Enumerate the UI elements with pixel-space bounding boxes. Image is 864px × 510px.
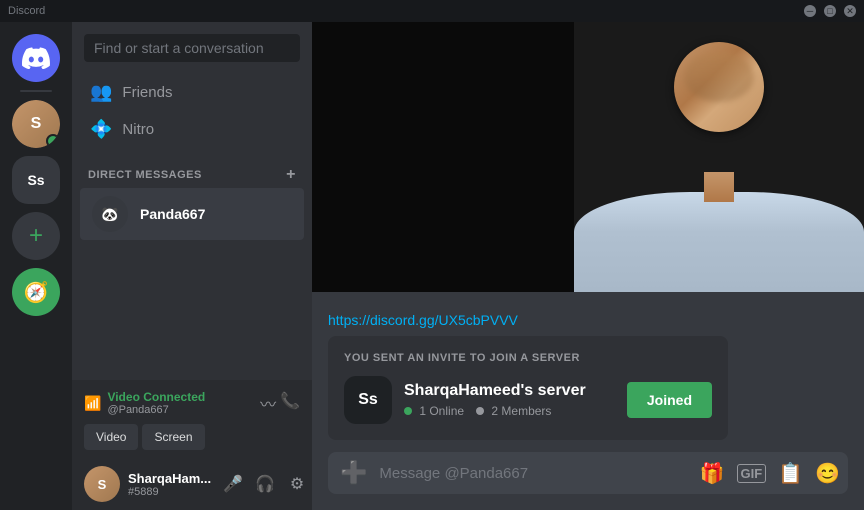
app-title: Discord: [8, 5, 45, 17]
nav-nitro[interactable]: 💠 Nitro: [80, 111, 304, 148]
online-indicator: [46, 134, 60, 148]
add-icon: +: [29, 222, 43, 250]
minimize-button[interactable]: ─: [804, 5, 816, 17]
explore-servers-button[interactable]: 🧭: [12, 268, 60, 316]
self-avatar: S: [84, 466, 120, 502]
server-initials: Ss: [27, 172, 44, 188]
online-dot: [404, 407, 412, 415]
friends-icon: 👥: [90, 82, 112, 103]
invite-stats: 1 Online 2 Members: [404, 404, 615, 418]
sticker-icon[interactable]: 📋: [778, 461, 803, 486]
user-avatar-guild[interactable]: S: [12, 100, 60, 148]
panda-emoji: 🐼: [101, 206, 118, 223]
dm-user-panda667[interactable]: 🐼 Panda667: [80, 188, 304, 240]
panda667-username: Panda667: [140, 206, 205, 222]
guild-separator: [20, 90, 52, 92]
user-controls: 🎤 🎧 ⚙: [219, 470, 311, 498]
main-content: https://discord.gg/UX5cbPVVV YOU SENT AN…: [312, 22, 864, 510]
voice-controls: Video Screen: [84, 424, 300, 450]
message-input-wrapper: ➕ 🎁 GIF 📋 😊: [328, 452, 848, 494]
voice-status: 📶 Video Connected @Panda667 〰 📞: [84, 390, 300, 416]
gif-button[interactable]: GIF: [737, 464, 767, 483]
message-actions: 🎁 GIF 📋 😊: [700, 461, 840, 486]
add-attachment-button[interactable]: ➕: [336, 452, 371, 494]
search-input[interactable]: [84, 34, 300, 62]
voice-username: @Panda667: [107, 404, 205, 416]
invite-card-label: YOU SENT AN INVITE TO JOIN A SERVER: [344, 352, 712, 364]
app-body: S Ss + 🧭 👥 Friends 💠 Nitro DI: [0, 22, 864, 510]
settings-button[interactable]: ⚙: [283, 470, 311, 498]
self-username: SharqaHam...: [128, 471, 211, 486]
direct-messages-header: DIRECT MESSAGES +: [72, 148, 312, 188]
nitro-icon: 💠: [90, 119, 112, 140]
video-feed: [574, 22, 864, 292]
user-info: SharqaHam... #5889: [128, 471, 211, 498]
signal-icon: 📶: [84, 395, 101, 412]
headset-button[interactable]: 🎧: [251, 470, 279, 498]
self-tag: #5889: [128, 486, 211, 498]
server-icon-ss[interactable]: Ss: [12, 156, 60, 204]
add-dm-button[interactable]: +: [286, 166, 296, 184]
member-stat: 2 Members: [476, 404, 551, 418]
message-input[interactable]: [379, 454, 691, 493]
invite-link[interactable]: https://discord.gg/UX5cbPVVV: [328, 304, 848, 336]
chat-area: https://discord.gg/UX5cbPVVV YOU SENT AN…: [312, 292, 864, 452]
voice-connected-text: Video Connected: [107, 390, 205, 404]
nitro-label: Nitro: [122, 121, 154, 138]
message-input-area: ➕ 🎁 GIF 📋 😊: [312, 452, 864, 510]
invite-info: SharqaHameed's server 1 Online 2 Members: [404, 382, 615, 418]
titlebar: Discord ─ □ ✕: [0, 0, 864, 22]
video-button[interactable]: Video: [84, 424, 138, 450]
voice-wave-icon[interactable]: 〰: [260, 391, 276, 415]
voice-panel: 📶 Video Connected @Panda667 〰 📞 Video Sc…: [72, 380, 312, 458]
voice-leave-icon[interactable]: 📞: [280, 391, 300, 415]
friends-label: Friends: [122, 84, 172, 101]
invite-server-icon: Ss: [344, 376, 392, 424]
maximize-button[interactable]: □: [824, 5, 836, 17]
emoji-icon[interactable]: 😊: [815, 461, 840, 486]
panda667-avatar: 🐼: [92, 196, 128, 232]
close-button[interactable]: ✕: [844, 5, 856, 17]
add-server-button[interactable]: +: [12, 212, 60, 260]
discord-home-button[interactable]: [12, 34, 60, 82]
dm-header-label: DIRECT MESSAGES: [88, 169, 202, 181]
invite-card: YOU SENT AN INVITE TO JOIN A SERVER Ss S…: [328, 336, 728, 440]
online-stat: 1 Online: [404, 404, 464, 418]
nav-friends[interactable]: 👥 Friends: [80, 74, 304, 111]
explore-icon: 🧭: [24, 280, 49, 305]
window-controls: ─ □ ✕: [804, 5, 856, 17]
invite-body: Ss SharqaHameed's server 1 Online 2 Memb…: [344, 376, 712, 424]
search-area: [72, 22, 312, 74]
member-dot: [476, 407, 484, 415]
invite-server-name: SharqaHameed's server: [404, 382, 615, 400]
mic-button[interactable]: 🎤: [219, 470, 247, 498]
join-server-button[interactable]: Joined: [627, 382, 712, 418]
dm-sidebar: 👥 Friends 💠 Nitro DIRECT MESSAGES + 🐼 Pa…: [72, 22, 312, 510]
dm-nav: 👥 Friends 💠 Nitro: [72, 74, 312, 148]
invite-server-initials: Ss: [358, 391, 378, 409]
screen-share-button[interactable]: Screen: [142, 424, 204, 450]
guild-sidebar: S Ss + 🧭: [0, 22, 72, 510]
video-area: [312, 22, 864, 292]
user-panel: S SharqaHam... #5889 🎤 🎧 ⚙: [72, 458, 312, 510]
gift-icon[interactable]: 🎁: [700, 461, 725, 486]
